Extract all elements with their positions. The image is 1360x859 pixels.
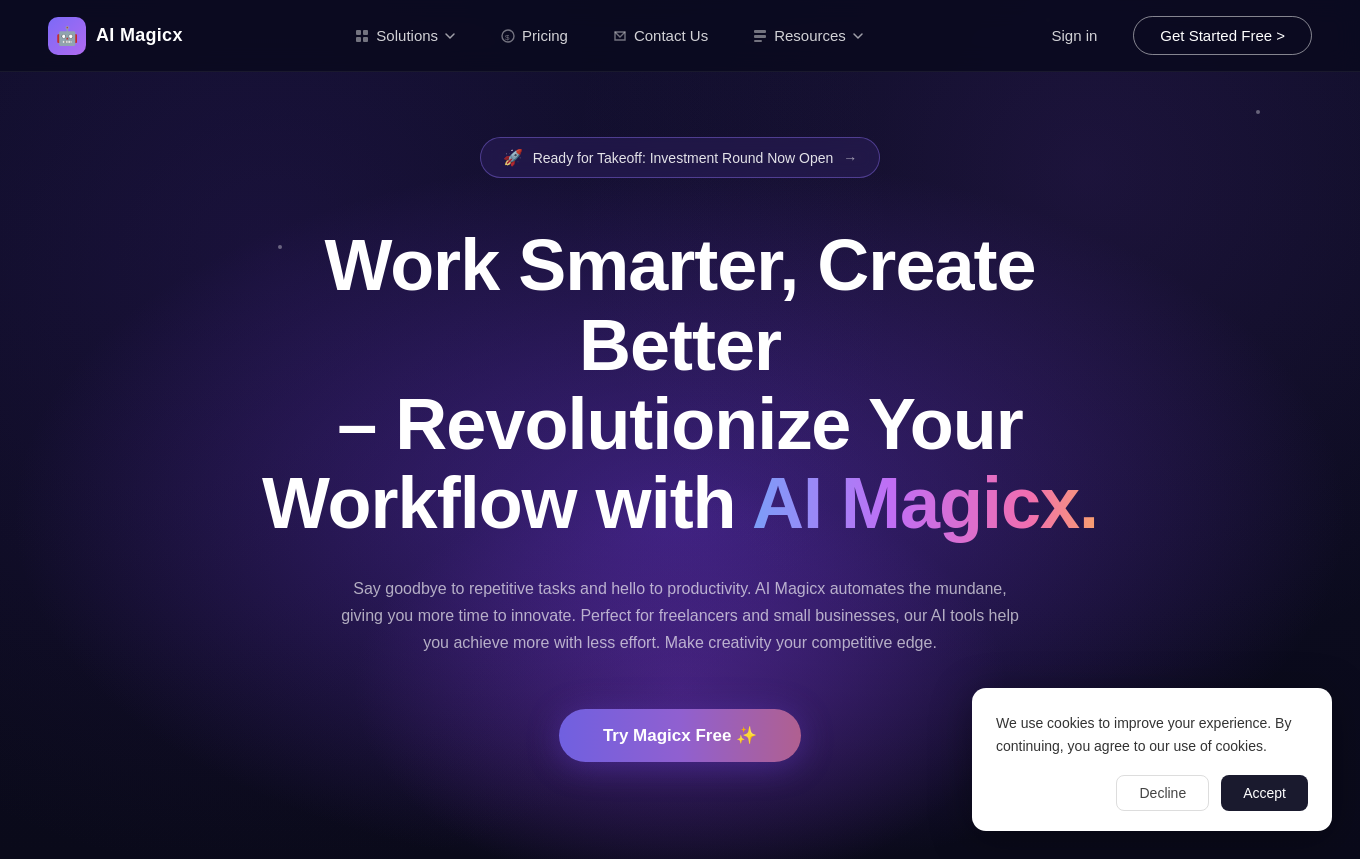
svg-rect-2 xyxy=(356,37,361,42)
headline-line3: Workflow with AI Magicx. xyxy=(262,463,1098,543)
resources-icon xyxy=(752,28,768,44)
svg-text:$: $ xyxy=(505,33,510,42)
logo-text: AI Magicx xyxy=(96,25,183,46)
svg-rect-6 xyxy=(754,30,766,33)
nav-item-pricing[interactable]: $ Pricing xyxy=(482,19,586,52)
sign-in-link[interactable]: Sign in xyxy=(1035,19,1113,52)
svg-rect-7 xyxy=(754,35,766,38)
contact-icon xyxy=(612,28,628,44)
announcement-text: Ready for Takeoff: Investment Round Now … xyxy=(533,150,834,166)
cookie-message: We use cookies to improve your experienc… xyxy=(996,712,1308,757)
nav-center: Solutions $ Pricing Contact Us Resources xyxy=(336,19,881,52)
hero-subtext: Say goodbye to repetitive tasks and hell… xyxy=(340,575,1020,657)
nav-resources-label: Resources xyxy=(774,27,846,44)
solutions-icon xyxy=(354,28,370,44)
headline-line1: Work Smarter, Create Better xyxy=(324,225,1035,384)
try-free-button[interactable]: Try Magicx Free ✨ xyxy=(559,709,801,762)
cookie-decline-button[interactable]: Decline xyxy=(1116,775,1209,811)
nav-right: Sign in Get Started Free > xyxy=(1035,16,1312,55)
nav-pricing-label: Pricing xyxy=(522,27,568,44)
svg-rect-8 xyxy=(754,40,762,42)
nav-contact-label: Contact Us xyxy=(634,27,708,44)
logo-icon: 🤖 xyxy=(48,17,86,55)
hero-headline: Work Smarter, Create Better – Revolution… xyxy=(230,226,1130,543)
cookie-banner: We use cookies to improve your experienc… xyxy=(972,688,1332,831)
navbar: 🤖 AI Magicx Solutions $ Pricing xyxy=(0,0,1360,72)
nav-item-solutions[interactable]: Solutions xyxy=(336,19,474,52)
announcement-arrow: → xyxy=(843,150,857,166)
nav-item-resources[interactable]: Resources xyxy=(734,19,882,52)
svg-rect-0 xyxy=(356,30,361,35)
nav-solutions-label: Solutions xyxy=(376,27,438,44)
chevron-down-icon-resources xyxy=(852,30,864,42)
nav-logo[interactable]: 🤖 AI Magicx xyxy=(48,17,183,55)
announcement-banner[interactable]: 🚀 Ready for Takeoff: Investment Round No… xyxy=(480,137,881,178)
rocket-icon: 🚀 xyxy=(503,148,523,167)
nav-item-contact[interactable]: Contact Us xyxy=(594,19,726,52)
svg-rect-1 xyxy=(363,30,368,35)
chevron-down-icon xyxy=(444,30,456,42)
cookie-buttons: Decline Accept xyxy=(996,775,1308,811)
pricing-icon: $ xyxy=(500,28,516,44)
headline-line2: – Revolutionize Your xyxy=(337,384,1022,464)
decorative-dot xyxy=(1256,110,1260,114)
cookie-accept-button[interactable]: Accept xyxy=(1221,775,1308,811)
svg-rect-3 xyxy=(363,37,368,42)
get-started-button[interactable]: Get Started Free > xyxy=(1133,16,1312,55)
headline-gradient: AI Magicx. xyxy=(752,463,1098,543)
